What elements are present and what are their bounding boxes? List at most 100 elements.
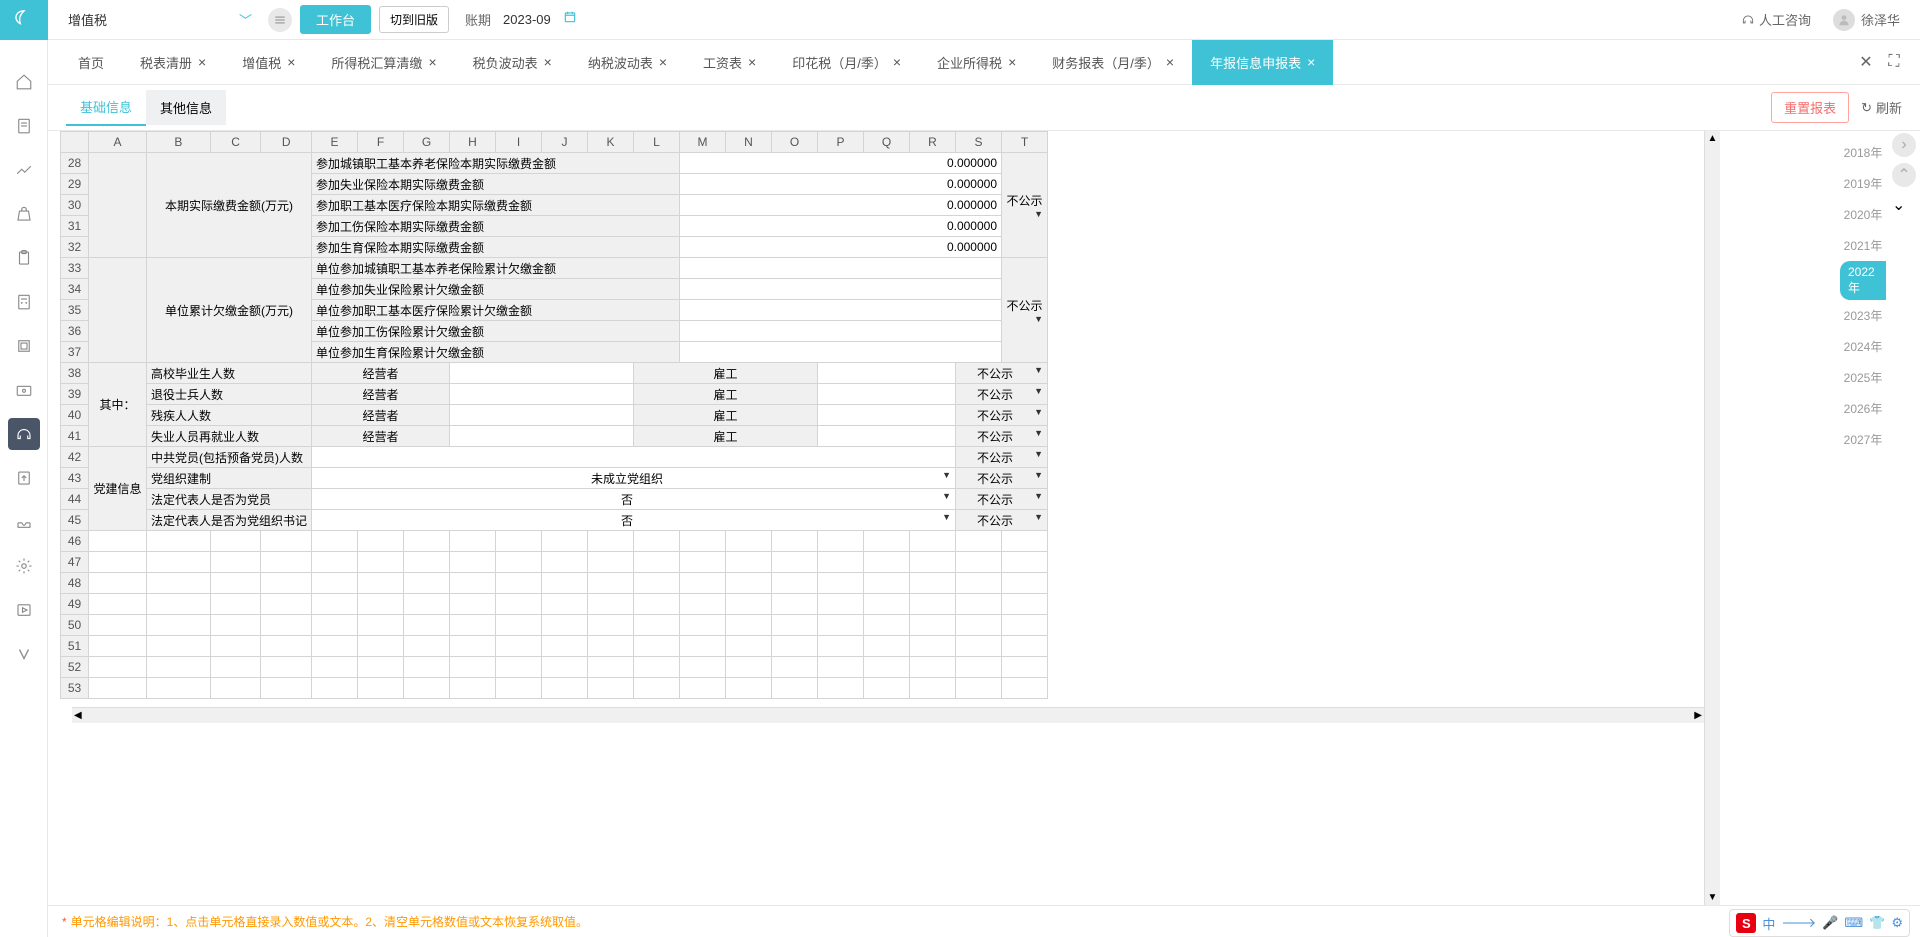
tab-close-icon[interactable]: × [893, 54, 901, 70]
nav-bag-icon[interactable] [8, 198, 40, 230]
cell[interactable]: 经营者 [312, 363, 450, 384]
nav-service-icon[interactable] [8, 418, 40, 450]
cell[interactable] [634, 573, 680, 594]
cell[interactable] [496, 552, 542, 573]
cell[interactable]: 39 [61, 384, 89, 405]
cell[interactable] [588, 636, 634, 657]
cell[interactable] [818, 636, 864, 657]
cell[interactable] [588, 678, 634, 699]
cell[interactable]: 参加失业保险本期实际缴费金额 [312, 174, 680, 195]
tab-close-icon[interactable]: × [1008, 54, 1016, 70]
cell[interactable] [818, 405, 956, 426]
year-option[interactable]: 2025年 [1844, 362, 1883, 393]
col-header[interactable]: P [818, 132, 864, 153]
tab-close-icon[interactable]: × [659, 54, 667, 70]
cell[interactable] [680, 594, 726, 615]
col-header[interactable]: I [496, 132, 542, 153]
cell[interactable] [818, 573, 864, 594]
cell[interactable] [818, 678, 864, 699]
cell[interactable] [210, 615, 261, 636]
cell[interactable]: 47 [61, 552, 89, 573]
cell[interactable]: 35 [61, 300, 89, 321]
col-header[interactable]: Q [864, 132, 910, 153]
cell[interactable]: 单位参加职工基本医疗保险累计欠缴金额 [312, 300, 680, 321]
tab-close-icon[interactable]: × [428, 54, 436, 70]
cell[interactable]: 未成立党组织 [312, 468, 956, 489]
cell[interactable] [818, 657, 864, 678]
horizontal-scrollbar[interactable]: ◀▶ [72, 707, 1704, 723]
cell[interactable] [496, 678, 542, 699]
cell[interactable]: 28 [61, 153, 89, 174]
cell[interactable]: 42 [61, 447, 89, 468]
cell[interactable] [89, 594, 147, 615]
col-header[interactable]: S [956, 132, 1002, 153]
cell[interactable]: 雇工 [634, 363, 818, 384]
cell[interactable]: 不公示 [956, 489, 1048, 510]
cell[interactable]: 残疾人人数 [147, 405, 312, 426]
ime-punct-icon[interactable]: 🡒 [1781, 915, 1816, 931]
year-option[interactable]: 2024年 [1844, 331, 1883, 362]
cell[interactable] [542, 636, 588, 657]
col-header[interactable] [61, 132, 89, 153]
cell[interactable]: 46 [61, 531, 89, 552]
nav-chart-icon[interactable] [8, 154, 40, 186]
cell[interactable]: 不公示 [956, 384, 1048, 405]
cell[interactable] [210, 636, 261, 657]
cell[interactable]: 单位参加生育保险累计欠缴金额 [312, 342, 680, 363]
cell[interactable] [496, 636, 542, 657]
nav-doc-icon[interactable] [8, 110, 40, 142]
nav-clipboard-icon[interactable] [8, 242, 40, 274]
cell[interactable] [910, 573, 956, 594]
cell[interactable] [89, 657, 147, 678]
cell[interactable] [726, 615, 772, 636]
cell[interactable]: 34 [61, 279, 89, 300]
cell[interactable] [261, 678, 312, 699]
cell[interactable]: 41 [61, 426, 89, 447]
cell[interactable] [634, 636, 680, 657]
cell[interactable] [680, 657, 726, 678]
cell[interactable]: 党组织建制 [147, 468, 312, 489]
cell[interactable] [680, 279, 1002, 300]
cell[interactable]: 51 [61, 636, 89, 657]
cell[interactable] [312, 594, 358, 615]
cell[interactable] [261, 615, 312, 636]
cell[interactable] [634, 615, 680, 636]
cell[interactable] [312, 573, 358, 594]
cell[interactable] [358, 531, 404, 552]
cell[interactable]: 0.000000 [680, 153, 1002, 174]
col-header[interactable]: M [680, 132, 726, 153]
year-option[interactable]: 2019年 [1844, 168, 1883, 199]
cell[interactable] [680, 321, 1002, 342]
cell[interactable]: 36 [61, 321, 89, 342]
cell[interactable]: 雇工 [634, 405, 818, 426]
cell[interactable]: 0.000000 [680, 216, 1002, 237]
cell[interactable] [956, 594, 1002, 615]
cell[interactable] [726, 678, 772, 699]
cell[interactable] [910, 657, 956, 678]
cell[interactable] [634, 678, 680, 699]
nav-video-icon[interactable] [8, 594, 40, 626]
cell[interactable]: 参加工伤保险本期实际缴费金额 [312, 216, 680, 237]
tab-7[interactable]: 印花税（月/季）× [774, 40, 919, 85]
col-header[interactable]: O [772, 132, 818, 153]
year-option[interactable]: 2018年 [1844, 137, 1883, 168]
cell[interactable] [910, 615, 956, 636]
nav-calc-icon[interactable] [8, 286, 40, 318]
collapse-year-strip-icon[interactable]: › [1892, 133, 1916, 157]
tab-close-icon[interactable]: × [1307, 54, 1315, 70]
cell[interactable] [358, 594, 404, 615]
cell[interactable]: 单位参加城镇职工基本养老保险累计欠缴金额 [312, 258, 680, 279]
cell[interactable] [147, 657, 211, 678]
cell[interactable] [542, 678, 588, 699]
cell[interactable] [726, 573, 772, 594]
cell[interactable] [496, 594, 542, 615]
cell[interactable] [910, 636, 956, 657]
cell[interactable] [772, 552, 818, 573]
cell[interactable] [404, 531, 450, 552]
cell[interactable] [864, 678, 910, 699]
cell[interactable] [147, 594, 211, 615]
cell[interactable] [404, 552, 450, 573]
cell[interactable]: 参加职工基本医疗保险本期实际缴费金额 [312, 195, 680, 216]
cell[interactable] [772, 573, 818, 594]
cell[interactable] [818, 384, 956, 405]
